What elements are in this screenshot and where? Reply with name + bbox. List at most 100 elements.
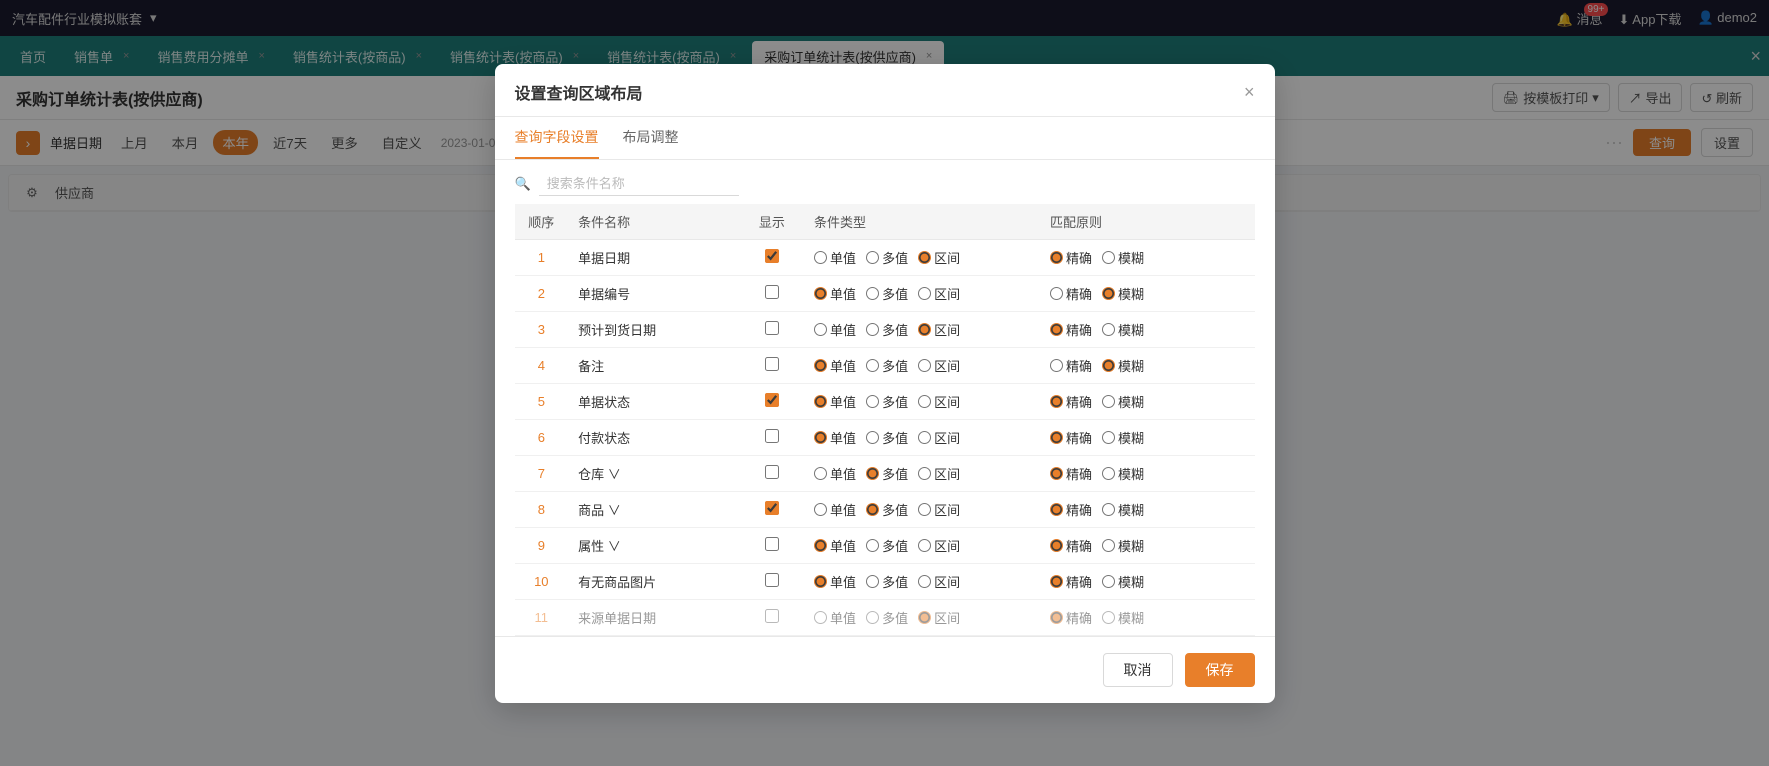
type-range-label[interactable]: 区间	[918, 284, 960, 303]
type-single-radio[interactable]	[814, 251, 827, 264]
type-range-label[interactable]: 区间	[918, 500, 960, 519]
type-multi-radio[interactable]	[866, 467, 879, 480]
match-fuzzy-radio[interactable]	[1102, 539, 1115, 552]
type-single-radio[interactable]	[814, 611, 827, 624]
type-multi-label[interactable]: 多值	[866, 536, 908, 555]
type-range-radio[interactable]	[918, 467, 931, 480]
cell-display[interactable]	[740, 455, 804, 491]
match-exact-radio[interactable]	[1050, 575, 1063, 588]
type-range-radio[interactable]	[918, 503, 931, 516]
type-single-radio[interactable]	[814, 287, 827, 300]
type-single-radio[interactable]	[814, 431, 827, 444]
cell-display[interactable]	[740, 419, 804, 455]
type-multi-radio[interactable]	[866, 359, 879, 372]
match-fuzzy-label[interactable]: 模糊	[1102, 464, 1144, 483]
display-checkbox[interactable]	[765, 321, 779, 335]
type-range-radio[interactable]	[918, 251, 931, 264]
match-fuzzy-label[interactable]: 模糊	[1102, 356, 1144, 375]
cell-display[interactable]	[740, 311, 804, 347]
type-single-radio[interactable]	[814, 359, 827, 372]
cell-display[interactable]	[740, 383, 804, 419]
type-single-label[interactable]: 单值	[814, 248, 856, 267]
type-multi-label[interactable]: 多值	[866, 320, 908, 339]
match-fuzzy-radio[interactable]	[1102, 503, 1115, 516]
display-checkbox[interactable]	[765, 285, 779, 299]
type-single-label[interactable]: 单值	[814, 320, 856, 339]
match-exact-label[interactable]: 精确	[1050, 248, 1092, 267]
type-range-label[interactable]: 区间	[918, 428, 960, 447]
match-fuzzy-label[interactable]: 模糊	[1102, 320, 1144, 339]
type-multi-label[interactable]: 多值	[866, 356, 908, 375]
type-multi-radio[interactable]	[866, 287, 879, 300]
match-fuzzy-label[interactable]: 模糊	[1102, 248, 1144, 267]
cell-display[interactable]	[740, 527, 804, 563]
match-exact-label[interactable]: 精确	[1050, 428, 1092, 447]
type-multi-radio[interactable]	[866, 575, 879, 588]
type-range-radio[interactable]	[918, 395, 931, 408]
type-multi-radio[interactable]	[866, 251, 879, 264]
type-multi-label[interactable]: 多值	[866, 608, 908, 627]
display-checkbox[interactable]	[765, 609, 779, 623]
match-fuzzy-radio[interactable]	[1102, 287, 1115, 300]
match-exact-label[interactable]: 精确	[1050, 320, 1092, 339]
match-exact-radio[interactable]	[1050, 287, 1063, 300]
type-multi-radio[interactable]	[866, 395, 879, 408]
match-fuzzy-radio[interactable]	[1102, 467, 1115, 480]
type-multi-radio[interactable]	[866, 503, 879, 516]
type-multi-radio[interactable]	[866, 431, 879, 444]
type-multi-label[interactable]: 多值	[866, 500, 908, 519]
type-single-radio[interactable]	[814, 467, 827, 480]
type-range-label[interactable]: 区间	[918, 536, 960, 555]
cell-display[interactable]	[740, 563, 804, 599]
type-single-label[interactable]: 单值	[814, 464, 856, 483]
match-exact-radio[interactable]	[1050, 251, 1063, 264]
type-multi-label[interactable]: 多值	[866, 392, 908, 411]
type-range-label[interactable]: 区间	[918, 392, 960, 411]
type-range-label[interactable]: 区间	[918, 608, 960, 627]
type-single-label[interactable]: 单值	[814, 608, 856, 627]
modal-tab-fields[interactable]: 查询字段设置	[515, 117, 599, 159]
display-checkbox[interactable]	[765, 357, 779, 371]
match-exact-label[interactable]: 精确	[1050, 572, 1092, 591]
type-range-radio[interactable]	[918, 611, 931, 624]
match-exact-radio[interactable]	[1050, 611, 1063, 624]
type-single-radio[interactable]	[814, 323, 827, 336]
type-single-label[interactable]: 单值	[814, 392, 856, 411]
save-button[interactable]: 保存	[1185, 653, 1255, 687]
type-multi-label[interactable]: 多值	[866, 248, 908, 267]
type-multi-label[interactable]: 多值	[866, 572, 908, 591]
type-single-label[interactable]: 单值	[814, 500, 856, 519]
match-exact-label[interactable]: 精确	[1050, 464, 1092, 483]
match-exact-radio[interactable]	[1050, 359, 1063, 372]
type-multi-label[interactable]: 多值	[866, 464, 908, 483]
display-checkbox[interactable]	[765, 249, 779, 263]
match-exact-label[interactable]: 精确	[1050, 356, 1092, 375]
modal-tab-layout[interactable]: 布局调整	[623, 117, 679, 159]
match-fuzzy-radio[interactable]	[1102, 611, 1115, 624]
type-single-radio[interactable]	[814, 395, 827, 408]
match-fuzzy-radio[interactable]	[1102, 251, 1115, 264]
match-exact-label[interactable]: 精确	[1050, 536, 1092, 555]
match-fuzzy-label[interactable]: 模糊	[1102, 428, 1144, 447]
type-range-label[interactable]: 区间	[918, 248, 960, 267]
type-range-radio[interactable]	[918, 575, 931, 588]
match-exact-radio[interactable]	[1050, 539, 1063, 552]
cancel-button[interactable]: 取消	[1103, 653, 1173, 687]
match-fuzzy-radio[interactable]	[1102, 575, 1115, 588]
cell-display[interactable]	[740, 491, 804, 527]
match-fuzzy-label[interactable]: 模糊	[1102, 500, 1144, 519]
display-checkbox[interactable]	[765, 537, 779, 551]
display-checkbox[interactable]	[765, 429, 779, 443]
type-range-radio[interactable]	[918, 287, 931, 300]
display-checkbox[interactable]	[765, 465, 779, 479]
match-fuzzy-radio[interactable]	[1102, 431, 1115, 444]
type-single-radio[interactable]	[814, 539, 827, 552]
match-exact-radio[interactable]	[1050, 431, 1063, 444]
match-fuzzy-radio[interactable]	[1102, 395, 1115, 408]
match-exact-label[interactable]: 精确	[1050, 284, 1092, 303]
type-single-radio[interactable]	[814, 575, 827, 588]
type-multi-label[interactable]: 多值	[866, 284, 908, 303]
match-exact-label[interactable]: 精确	[1050, 500, 1092, 519]
type-single-label[interactable]: 单值	[814, 536, 856, 555]
match-fuzzy-label[interactable]: 模糊	[1102, 536, 1144, 555]
